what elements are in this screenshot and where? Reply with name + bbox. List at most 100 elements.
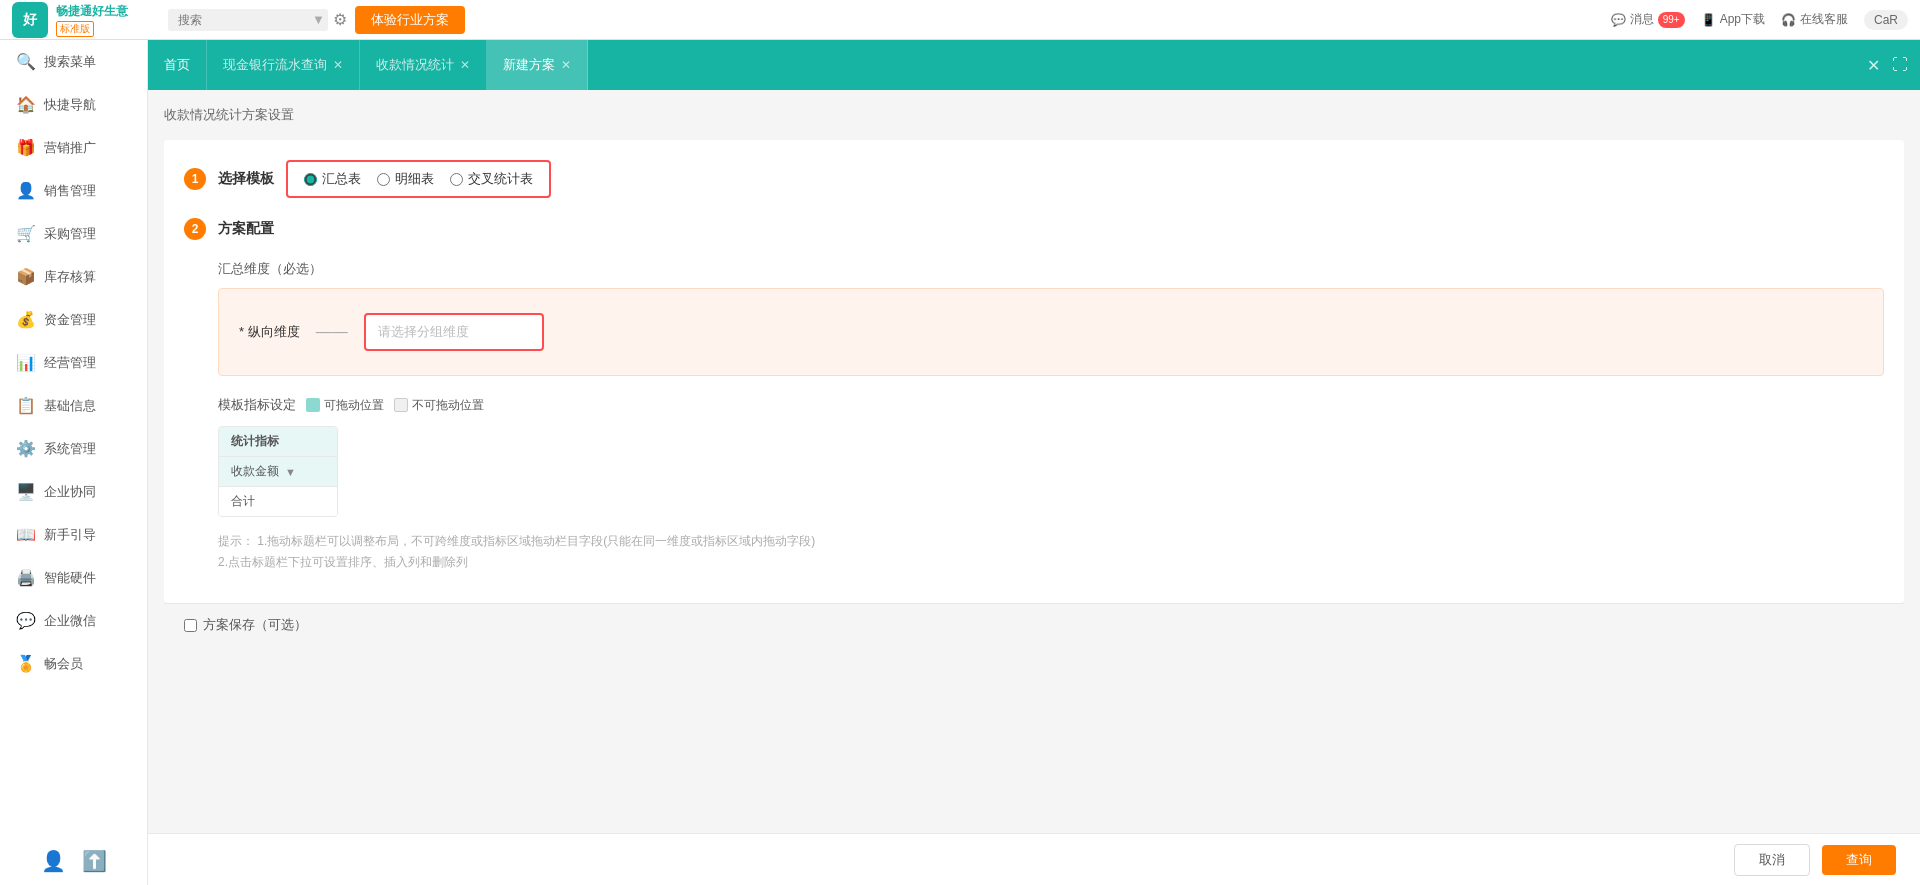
sidebar-item-enterprise-collab[interactable]: 🖥️ 企业协同: [0, 470, 147, 513]
logo: 好: [12, 2, 48, 38]
sidebar-item-operations[interactable]: 📊 经营管理: [0, 341, 147, 384]
gear-icon[interactable]: ⚙: [333, 10, 347, 29]
try-industry-btn[interactable]: 体验行业方案: [355, 6, 465, 34]
non-draggable-label: 不可拖动位置: [412, 397, 484, 414]
notice-badge: 99+: [1658, 12, 1685, 28]
tab-close-action[interactable]: ✕: [1867, 56, 1880, 75]
tab-bar-actions: ✕ ⛶: [1855, 40, 1920, 90]
user-icon: 👤: [16, 181, 36, 200]
tab-new-plan-close[interactable]: ✕: [561, 58, 571, 72]
sidebar-item-label: 新手引导: [44, 526, 96, 544]
tab-bank-flow-close[interactable]: ✕: [333, 58, 343, 72]
monitor-icon: 🖥️: [16, 482, 36, 501]
radio-detail-input[interactable]: [377, 173, 390, 186]
query-button[interactable]: 查询: [1822, 845, 1896, 875]
sidebar-item-label: 系统管理: [44, 440, 96, 458]
save-plan-checkbox-label[interactable]: 方案保存（可选）: [184, 616, 307, 634]
radio-crosstab-input[interactable]: [450, 173, 463, 186]
sidebar-item-finance[interactable]: 💰 资金管理: [0, 298, 147, 341]
radio-crosstab[interactable]: 交叉统计表: [450, 170, 533, 188]
non-draggable-color-swatch: [394, 398, 408, 412]
sidebar-item-label: 库存核算: [44, 268, 96, 286]
tab-expand-action[interactable]: ⛶: [1892, 56, 1908, 74]
radio-summary-input[interactable]: [304, 173, 317, 186]
tab-bar: 首页 现金银行流水查询 ✕ 收款情况统计 ✕ 新建方案 ✕ ✕ ⛶: [148, 40, 1920, 90]
sidebar-item-label: 营销推广: [44, 139, 96, 157]
book-icon: 📖: [16, 525, 36, 544]
wechat-icon: 💬: [16, 611, 36, 630]
template-select-box: 汇总表 明细表 交叉统计表: [286, 160, 551, 198]
notice-label: 消息: [1630, 11, 1654, 28]
save-plan-checkbox[interactable]: [184, 619, 197, 632]
sidebar-item-member[interactable]: 🏅 畅会员: [0, 642, 147, 685]
metric-dropdown-icon[interactable]: ▼: [285, 466, 296, 478]
gift-icon: 🎁: [16, 138, 36, 157]
sidebar-item-sales[interactable]: 👤 销售管理: [0, 169, 147, 212]
notice-icon: 💬: [1611, 13, 1626, 27]
radio-crosstab-label: 交叉统计表: [468, 170, 533, 188]
search-dropdown-icon[interactable]: ▼: [312, 12, 325, 27]
sidebar-item-inventory[interactable]: 📦 库存核算: [0, 255, 147, 298]
app-download-item[interactable]: 📱 App下载: [1701, 11, 1765, 28]
radio-summary[interactable]: 汇总表: [304, 170, 361, 188]
dimension-select[interactable]: 请选择分组维度: [364, 313, 544, 351]
sidebar-item-search-menu[interactable]: 🔍 搜索菜单: [0, 40, 147, 83]
online-service-item[interactable]: 🎧 在线客服: [1781, 11, 1848, 28]
tab-collection-stats-label: 收款情况统计: [376, 56, 454, 74]
dimension-arrow-icon: ——: [316, 323, 348, 341]
total-label: 合计: [231, 494, 255, 508]
sidebar-item-enterprise-wechat[interactable]: 💬 企业微信: [0, 599, 147, 642]
drag-indicator-non-draggable: 不可拖动位置: [394, 397, 484, 414]
user-avatar-area[interactable]: CaR: [1864, 10, 1908, 30]
sidebar-item-label: 资金管理: [44, 311, 96, 329]
sidebar-bottom-icon1[interactable]: 👤: [41, 849, 66, 873]
sidebar-item-label: 智能硬件: [44, 569, 96, 587]
sidebar-item-smart-hardware[interactable]: 🖨️ 智能硬件: [0, 556, 147, 599]
chart-icon: 📊: [16, 353, 36, 372]
box-icon: 📦: [16, 267, 36, 286]
top-search-input[interactable]: [168, 9, 328, 31]
sidebar-item-label: 基础信息: [44, 397, 96, 415]
sidebar-item-label: 企业微信: [44, 612, 96, 630]
sidebar-item-purchase[interactable]: 🛒 采购管理: [0, 212, 147, 255]
sidebar-item-newbie[interactable]: 📖 新手引导: [0, 513, 147, 556]
tab-new-plan-label: 新建方案: [503, 56, 555, 74]
step1-number: 1: [184, 168, 206, 190]
tab-bank-flow[interactable]: 现金银行流水查询 ✕: [207, 40, 360, 90]
printer-icon: 🖨️: [16, 568, 36, 587]
step2-label: 方案配置: [218, 220, 274, 238]
cancel-button[interactable]: 取消: [1734, 844, 1810, 876]
vertical-dim-label: * 纵向维度: [239, 323, 300, 341]
sidebar-item-quick-nav[interactable]: 🏠 快捷导航: [0, 83, 147, 126]
metric-setting-row: 模板指标设定 可拖动位置 不可拖动位置: [218, 396, 1884, 414]
sidebar-item-label: 搜索菜单: [44, 53, 96, 71]
hints-section: 提示： 1.拖动标题栏可以调整布局，不可跨维度或指标区域拖动栏目字段(只能在同一…: [218, 517, 1884, 583]
sidebar-item-system[interactable]: ⚙️ 系统管理: [0, 427, 147, 470]
dimension-title: 汇总维度（必选）: [218, 260, 1884, 278]
step2-row: 2 方案配置: [184, 218, 1884, 240]
step2-section: 2 方案配置 汇总维度（必选） * 纵向维度 —— 请选择分组维度: [184, 218, 1884, 583]
radio-detail[interactable]: 明细表: [377, 170, 434, 188]
system-icon: ⚙️: [16, 439, 36, 458]
top-bar-icons: 💬 消息 99+ 📱 App下载 🎧 在线客服 CaR: [1611, 10, 1908, 30]
template-radio-group: 汇总表 明细表 交叉统计表: [304, 170, 533, 188]
draggable-label: 可拖动位置: [324, 397, 384, 414]
search-menu-icon: 🔍: [16, 52, 36, 71]
tab-new-plan[interactable]: 新建方案 ✕: [487, 40, 588, 90]
medal-icon: 🏅: [16, 654, 36, 673]
sidebar-bottom-icon2[interactable]: ⬆️: [82, 849, 107, 873]
sidebar-item-basic-info[interactable]: 📋 基础信息: [0, 384, 147, 427]
logo-badge: 标准版: [56, 21, 94, 37]
metric-label: 收款金额: [231, 463, 279, 480]
tab-home[interactable]: 首页: [148, 40, 207, 90]
step2-number: 2: [184, 218, 206, 240]
notice-item[interactable]: 💬 消息 99+: [1611, 11, 1685, 28]
tab-collection-stats[interactable]: 收款情况统计 ✕: [360, 40, 487, 90]
footer-bar: 取消 查询: [148, 833, 1920, 885]
sidebar-item-marketing[interactable]: 🎁 营销推广: [0, 126, 147, 169]
sidebar-item-label: 采购管理: [44, 225, 96, 243]
tab-collection-stats-close[interactable]: ✕: [460, 58, 470, 72]
draggable-color-swatch: [306, 398, 320, 412]
main-card: 1 选择模板 汇总表 明细表: [164, 140, 1904, 603]
cart-icon: 🛒: [16, 224, 36, 243]
